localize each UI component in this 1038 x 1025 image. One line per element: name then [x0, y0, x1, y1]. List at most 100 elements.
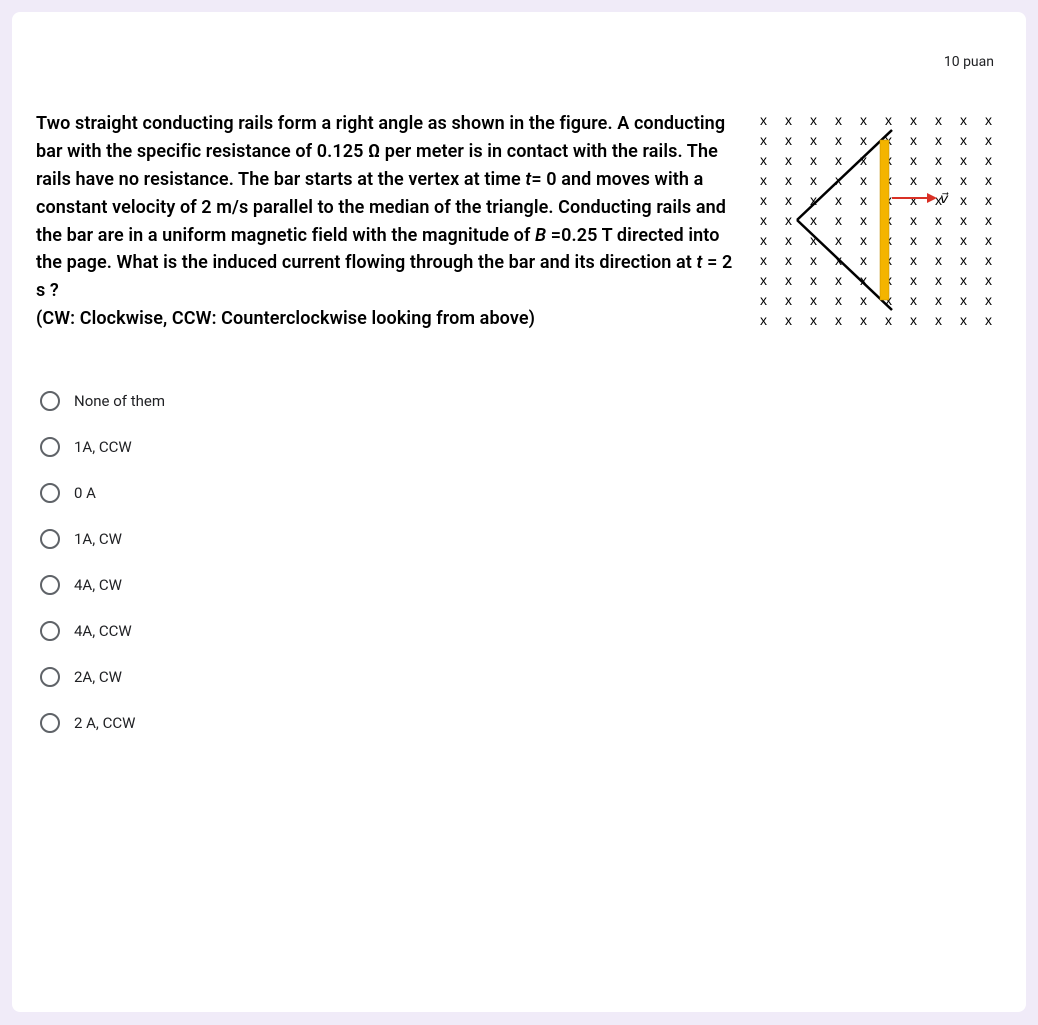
- svg-text:x: x: [985, 312, 992, 328]
- svg-text:x: x: [935, 212, 942, 228]
- svg-text:x: x: [860, 132, 867, 148]
- svg-text:x: x: [810, 312, 817, 328]
- svg-text:x: x: [760, 232, 767, 248]
- radio-option[interactable]: 0 A: [36, 470, 1002, 516]
- svg-text:x: x: [810, 292, 817, 308]
- svg-text:x: x: [810, 172, 817, 188]
- radio-circle-icon: [40, 529, 60, 549]
- svg-text:x: x: [910, 172, 917, 188]
- option-label: 4A, CW: [74, 576, 122, 594]
- svg-text:x: x: [835, 112, 842, 128]
- q-B: B: [535, 225, 546, 246]
- question-card: 10 puan Two straight conducting rails fo…: [12, 12, 1026, 1012]
- svg-text:x: x: [935, 272, 942, 288]
- radio-option[interactable]: 1A, CW: [36, 516, 1002, 562]
- svg-text:x: x: [760, 272, 767, 288]
- svg-text:x: x: [810, 132, 817, 148]
- radio-circle-icon: [40, 437, 60, 457]
- option-label: None of them: [74, 392, 165, 410]
- svg-text:x: x: [985, 152, 992, 168]
- svg-text:x: x: [910, 112, 917, 128]
- svg-text:v⃗: v⃗: [940, 190, 949, 206]
- svg-text:x: x: [935, 232, 942, 248]
- radio-option[interactable]: 2 A, CCW: [36, 700, 1002, 746]
- svg-text:x: x: [935, 292, 942, 308]
- svg-text:x: x: [960, 112, 967, 128]
- svg-text:x: x: [985, 292, 992, 308]
- radio-option[interactable]: None of them: [36, 378, 1002, 424]
- svg-text:x: x: [835, 192, 842, 208]
- svg-text:x: x: [935, 312, 942, 328]
- svg-text:x: x: [860, 312, 867, 328]
- svg-text:x: x: [960, 252, 967, 268]
- svg-text:x: x: [910, 212, 917, 228]
- svg-text:x: x: [835, 132, 842, 148]
- svg-text:x: x: [935, 172, 942, 188]
- circuit-diagram-icon: xxxxxxxxxx xxxxxxxxxx xxxxxxxxxx xxxxxxx…: [752, 110, 1002, 340]
- svg-text:x: x: [760, 172, 767, 188]
- radio-circle-icon: [40, 667, 60, 687]
- svg-text:x: x: [810, 272, 817, 288]
- radio-option[interactable]: 4A, CW: [36, 562, 1002, 608]
- svg-text:x: x: [960, 292, 967, 308]
- question-text: Two straight conducting rails form a rig…: [36, 110, 744, 333]
- svg-text:x: x: [910, 152, 917, 168]
- svg-text:x: x: [810, 252, 817, 268]
- svg-text:x: x: [985, 252, 992, 268]
- svg-text:x: x: [835, 152, 842, 168]
- svg-text:x: x: [835, 312, 842, 328]
- svg-text:x: x: [935, 132, 942, 148]
- radio-option[interactable]: 1A, CCW: [36, 424, 1002, 470]
- option-label: 1A, CW: [74, 530, 122, 548]
- svg-text:x: x: [960, 132, 967, 148]
- svg-text:x: x: [860, 192, 867, 208]
- option-label: 0 A: [74, 484, 96, 502]
- radio-circle-icon: [40, 575, 60, 595]
- svg-text:x: x: [760, 112, 767, 128]
- radio-option[interactable]: 2A, CW: [36, 654, 1002, 700]
- svg-text:x: x: [810, 152, 817, 168]
- svg-text:x: x: [860, 172, 867, 188]
- svg-text:x: x: [760, 252, 767, 268]
- svg-text:x: x: [785, 292, 792, 308]
- svg-text:x: x: [860, 252, 867, 268]
- svg-text:x: x: [910, 192, 917, 208]
- svg-text:x: x: [985, 172, 992, 188]
- svg-text:x: x: [985, 192, 992, 208]
- svg-text:x: x: [860, 292, 867, 308]
- svg-text:x: x: [785, 312, 792, 328]
- svg-text:x: x: [860, 232, 867, 248]
- svg-text:x: x: [785, 112, 792, 128]
- svg-text:x: x: [835, 212, 842, 228]
- svg-text:x: x: [860, 212, 867, 228]
- svg-text:x: x: [760, 292, 767, 308]
- svg-text:x: x: [935, 152, 942, 168]
- svg-text:x: x: [910, 312, 917, 328]
- radio-option[interactable]: 4A, CCW: [36, 608, 1002, 654]
- option-label: 4A, CCW: [74, 622, 132, 640]
- svg-text:x: x: [960, 172, 967, 188]
- radio-circle-icon: [40, 621, 60, 641]
- svg-text:x: x: [935, 252, 942, 268]
- svg-text:x: x: [885, 312, 892, 328]
- svg-text:x: x: [835, 232, 842, 248]
- svg-text:x: x: [860, 112, 867, 128]
- svg-text:x: x: [785, 272, 792, 288]
- content-row: Two straight conducting rails form a rig…: [36, 110, 1002, 340]
- svg-text:x: x: [960, 232, 967, 248]
- svg-text:x: x: [910, 272, 917, 288]
- svg-text:x: x: [785, 172, 792, 188]
- svg-text:x: x: [960, 312, 967, 328]
- svg-text:x: x: [910, 132, 917, 148]
- svg-text:x: x: [935, 112, 942, 128]
- option-label: 1A, CCW: [74, 438, 132, 456]
- svg-text:x: x: [785, 212, 792, 228]
- svg-text:x: x: [985, 272, 992, 288]
- svg-text:x: x: [960, 272, 967, 288]
- svg-text:x: x: [960, 192, 967, 208]
- svg-text:x: x: [885, 112, 892, 128]
- svg-text:x: x: [810, 212, 817, 228]
- svg-text:x: x: [810, 112, 817, 128]
- svg-text:x: x: [910, 252, 917, 268]
- svg-text:x: x: [760, 132, 767, 148]
